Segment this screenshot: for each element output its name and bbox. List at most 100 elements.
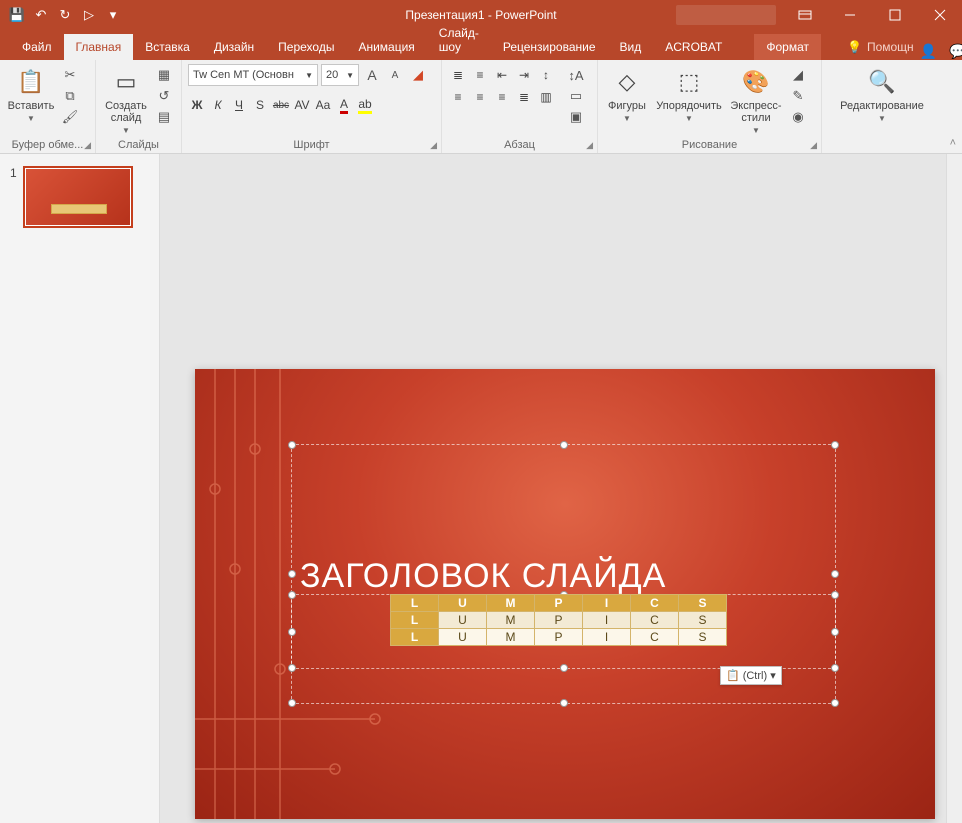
tab-file[interactable]: Файл bbox=[10, 34, 64, 60]
tab-insert[interactable]: Вставка bbox=[133, 34, 202, 60]
new-slide-button[interactable]: ▭ Создать слайд ▼ bbox=[102, 64, 150, 135]
redo-icon[interactable]: ↻ bbox=[56, 6, 74, 24]
dec-indent-icon[interactable]: ⇤ bbox=[492, 66, 512, 84]
chevron-down-icon: ▼ bbox=[305, 71, 313, 80]
clear-format-icon[interactable]: ◢ bbox=[408, 65, 428, 85]
align-left-icon[interactable]: ≡ bbox=[448, 88, 468, 106]
dialog-launcher-icon[interactable]: ◢ bbox=[810, 140, 817, 151]
text-direction-icon[interactable]: ↕A bbox=[566, 66, 586, 84]
tab-view[interactable]: Вид bbox=[608, 34, 654, 60]
arrange-label: Упорядочить bbox=[656, 100, 721, 112]
group-clipboard: 📋 Вставить ▼ ✂ ⧉ 🖌 Буфер обме...◢ bbox=[0, 60, 96, 153]
grow-font-icon[interactable]: A bbox=[362, 65, 382, 85]
copy-icon[interactable]: ⧉ bbox=[60, 87, 80, 105]
find-button[interactable]: 🔍 Редактирование ▼ bbox=[832, 64, 932, 123]
tab-review[interactable]: Рецензирование bbox=[491, 34, 608, 60]
chevron-down-icon: ▼ bbox=[27, 114, 35, 123]
paste-options-button[interactable]: 📋 (Ctrl) ▾ bbox=[720, 666, 782, 685]
shape-effects-icon[interactable]: ◉ bbox=[788, 108, 808, 126]
shapes-icon: ◇ bbox=[611, 66, 643, 98]
slide-canvas[interactable]: ЗАГОЛОВОК СЛАЙДА LUMPICS LUMPICS bbox=[195, 369, 935, 819]
tab-transitions[interactable]: Переходы bbox=[266, 34, 346, 60]
bullets-icon[interactable]: ≣ bbox=[448, 66, 468, 84]
inc-indent-icon[interactable]: ⇥ bbox=[514, 66, 534, 84]
table-row: LUMPICS bbox=[391, 612, 727, 629]
group-font: Tw Cen MT (Основн▼ 20▼ A A ◢ Ж К Ч S abc… bbox=[182, 60, 442, 153]
justify-icon[interactable]: ≣ bbox=[514, 88, 534, 106]
tell-me-label: Помощн bbox=[867, 40, 914, 54]
close-icon[interactable] bbox=[917, 0, 962, 30]
group-drawing: ◇ Фигуры ▼ ⬚ Упорядочить ▼ 🎨 Экспресс- с… bbox=[598, 60, 822, 153]
highlight-color-button[interactable]: ab bbox=[356, 96, 374, 114]
align-text-icon[interactable]: ▭ bbox=[566, 87, 586, 105]
qat-more-icon[interactable]: ▾ bbox=[104, 6, 122, 24]
slide-thumbnail-panel: 1 bbox=[0, 154, 160, 823]
arrange-button[interactable]: ⬚ Упорядочить ▼ bbox=[654, 64, 724, 123]
shadow-button[interactable]: S bbox=[251, 96, 269, 114]
slide-edit-area[interactable]: ЗАГОЛОВОК СЛАЙДА LUMPICS LUMPICS bbox=[160, 154, 962, 823]
account-area[interactable] bbox=[676, 5, 776, 25]
shrink-font-icon[interactable]: A bbox=[385, 65, 405, 85]
section-icon[interactable]: ▤ bbox=[154, 108, 174, 126]
align-right-icon[interactable]: ≡ bbox=[492, 88, 512, 106]
font-color-button[interactable]: A bbox=[335, 96, 353, 114]
vertical-scrollbar[interactable] bbox=[946, 154, 962, 823]
italic-button[interactable]: К bbox=[209, 96, 227, 114]
chevron-down-icon: ▼ bbox=[752, 126, 760, 135]
paste-options-label: (Ctrl) ▾ bbox=[743, 669, 776, 682]
quick-styles-button[interactable]: 🎨 Экспресс- стили ▼ bbox=[728, 64, 784, 135]
smartart-icon[interactable]: ▣ bbox=[566, 108, 586, 126]
minimize-icon[interactable] bbox=[827, 0, 872, 30]
undo-icon[interactable]: ↶ bbox=[32, 6, 50, 24]
collapse-ribbon-icon[interactable]: ˄ bbox=[950, 137, 956, 149]
group-label-clipboard: Буфер обме...◢ bbox=[0, 137, 95, 153]
arrange-icon: ⬚ bbox=[673, 66, 705, 98]
line-spacing-icon[interactable]: ↕ bbox=[536, 66, 556, 84]
tell-me[interactable]: 💡Помощн bbox=[841, 34, 920, 60]
reset-icon[interactable]: ↺ bbox=[154, 87, 174, 105]
shape-fill-icon[interactable]: ◢ bbox=[788, 66, 808, 84]
pasted-table[interactable]: LUMPICS LUMPICS LUMPICS bbox=[390, 594, 727, 646]
save-icon[interactable]: 💾 bbox=[8, 6, 26, 24]
slideshow-icon[interactable]: ▷ bbox=[80, 6, 98, 24]
maximize-icon[interactable] bbox=[872, 0, 917, 30]
dialog-launcher-icon[interactable]: ◢ bbox=[430, 140, 437, 151]
ribbon-options-icon[interactable] bbox=[782, 0, 827, 30]
styles-icon: 🎨 bbox=[740, 66, 772, 98]
dialog-launcher-icon[interactable]: ◢ bbox=[586, 140, 593, 151]
align-center-icon[interactable]: ≡ bbox=[470, 88, 490, 106]
slide-thumbnail[interactable] bbox=[23, 166, 133, 228]
tab-design[interactable]: Дизайн bbox=[202, 34, 266, 60]
tab-slideshow[interactable]: Слайд-шоу bbox=[427, 20, 491, 60]
paste-button[interactable]: 📋 Вставить ▼ bbox=[6, 64, 56, 123]
slide-number: 1 bbox=[10, 166, 17, 228]
columns-icon[interactable]: ▥ bbox=[536, 88, 556, 106]
numbering-icon[interactable]: ≡ bbox=[470, 66, 490, 84]
format-painter-icon[interactable]: 🖌 bbox=[60, 108, 80, 126]
tab-home[interactable]: Главная bbox=[64, 34, 134, 60]
chevron-down-icon: ▼ bbox=[346, 71, 354, 80]
slide-thumbnail-item[interactable]: 1 bbox=[10, 166, 149, 228]
shapes-label: Фигуры bbox=[608, 100, 646, 112]
shape-outline-icon[interactable]: ✎ bbox=[788, 87, 808, 105]
share-icon[interactable]: 💬 bbox=[949, 43, 962, 60]
signin-icon[interactable]: 👤 bbox=[920, 43, 937, 60]
chevron-down-icon: ▼ bbox=[878, 114, 886, 123]
tab-format[interactable]: Формат bbox=[754, 34, 821, 60]
shapes-button[interactable]: ◇ Фигуры ▼ bbox=[604, 64, 650, 123]
group-label-editing bbox=[822, 137, 942, 153]
char-spacing-button[interactable]: AV bbox=[293, 96, 311, 114]
strike-button[interactable]: abc bbox=[272, 96, 290, 114]
group-label-drawing: Рисование◢ bbox=[598, 137, 821, 153]
dialog-launcher-icon[interactable]: ◢ bbox=[84, 140, 91, 151]
tab-animation[interactable]: Анимация bbox=[346, 34, 426, 60]
bold-button[interactable]: Ж bbox=[188, 96, 206, 114]
underline-button[interactable]: Ч bbox=[230, 96, 248, 114]
quick-access-toolbar: 💾 ↶ ↻ ▷ ▾ bbox=[0, 6, 130, 24]
tab-acrobat[interactable]: ACROBAT bbox=[653, 34, 734, 60]
font-name-combo[interactable]: Tw Cen MT (Основн▼ bbox=[188, 64, 318, 86]
cut-icon[interactable]: ✂ bbox=[60, 66, 80, 84]
layout-icon[interactable]: ▦ bbox=[154, 66, 174, 84]
change-case-button[interactable]: Aa bbox=[314, 96, 332, 114]
font-size-combo[interactable]: 20▼ bbox=[321, 64, 359, 86]
